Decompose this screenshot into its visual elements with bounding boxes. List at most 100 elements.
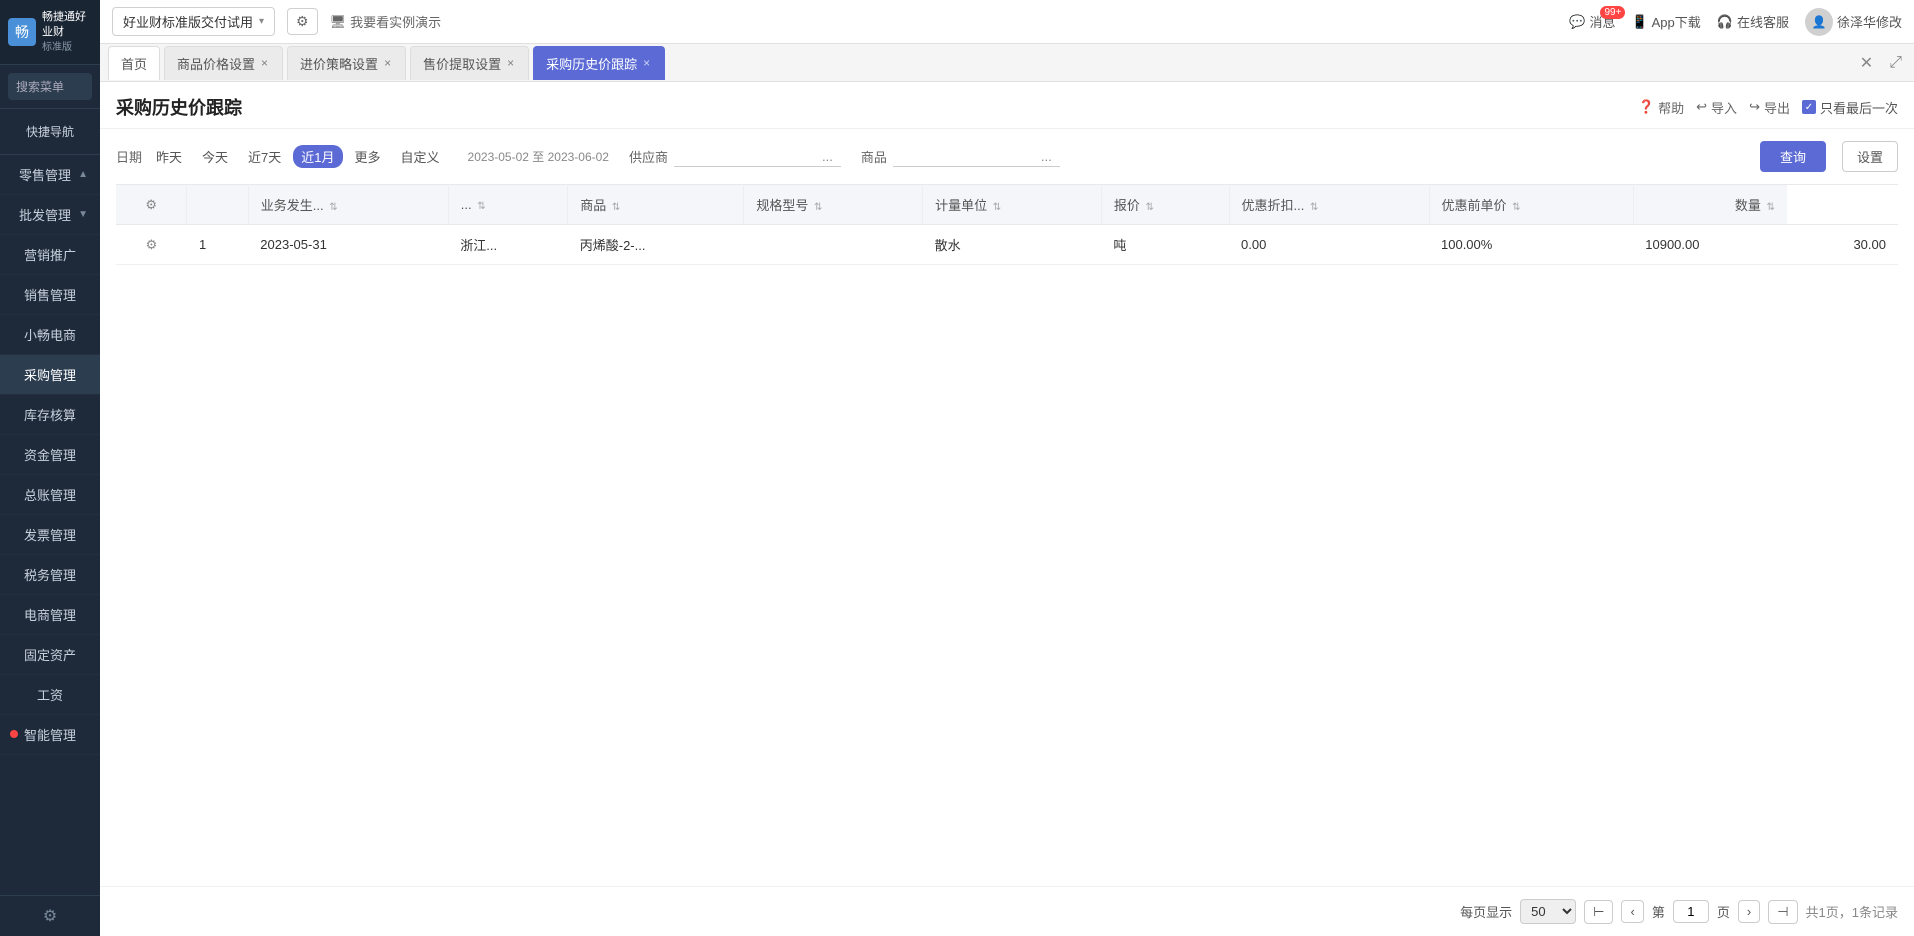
help-icon: ❓ [1638, 99, 1654, 115]
tab-purchase-history[interactable]: 采购历史价跟踪 × [533, 46, 665, 80]
user-menu-button[interactable]: 👤 徐泽华修改 [1805, 8, 1902, 36]
sidebar-item-sales[interactable]: 销售管理 [0, 275, 100, 315]
date-btn-custom[interactable]: 自定义 [393, 145, 448, 168]
sidebar-item-smart[interactable]: 智能管理 [0, 715, 100, 755]
sidebar-item-retail[interactable]: 零售管理 ▲ [0, 155, 100, 195]
date-btn-more[interactable]: 更多 [347, 145, 389, 168]
row-quoted-price: 0.00 [1229, 225, 1429, 265]
header-actions: ❓ 帮助 ↩ 导入 ↪ 导出 ✓ 只看最后一次 [1638, 98, 1898, 117]
sidebar-item-fixed-assets[interactable]: 固定资产 [0, 635, 100, 675]
tab-close-icon[interactable]: × [505, 56, 516, 70]
data-table: ⚙ 业务发生... ⇅ ... ⇅ 商品 ⇅ [116, 184, 1898, 265]
date-filter-label: 日期 [116, 147, 142, 166]
message-icon: 💬 [1569, 14, 1585, 30]
import-button[interactable]: ↩ 导入 [1696, 98, 1737, 117]
table-header-price[interactable]: 报价 ⇅ [1101, 185, 1229, 225]
date-btn-yesterday[interactable]: 昨天 [148, 145, 190, 168]
demo-link[interactable]: 🖥 我要看实例演示 [330, 12, 442, 31]
notification-dot [10, 730, 18, 738]
supplier-input[interactable] [678, 149, 818, 164]
export-button[interactable]: ↪ 导出 [1749, 98, 1790, 117]
sort-icon: ⇅ [1512, 202, 1520, 213]
table-header-discount[interactable]: 优惠折扣... ⇅ [1229, 185, 1429, 225]
help-button[interactable]: ❓ 帮助 [1638, 98, 1684, 117]
last-page-button[interactable]: ⊣ [1768, 900, 1797, 924]
sidebar-settings-button[interactable]: ⚙ [43, 906, 57, 926]
topbar-settings-button[interactable]: ⚙ [287, 8, 318, 35]
first-page-button[interactable]: ⊢ [1584, 900, 1613, 924]
row-goods: 丙烯酸-2-... [568, 225, 744, 265]
sidebar-search-area[interactable]: 搜索菜单 [0, 65, 100, 109]
search-menu-button[interactable]: 搜索菜单 [8, 73, 92, 100]
table-header-quantity[interactable]: 数量 ⇅ [1633, 185, 1787, 225]
tab-close-icon[interactable]: × [641, 56, 652, 70]
per-page-label: 每页显示 [1460, 902, 1512, 921]
quick-nav-button[interactable]: 快捷导航 [8, 117, 92, 146]
sidebar-item-marketing[interactable]: 营销推广 [0, 235, 100, 275]
tab-close-icon[interactable]: × [382, 56, 393, 70]
row-gear[interactable]: ⚙ [116, 225, 187, 265]
tab-purchase-strategy[interactable]: 进价策略设置 × [287, 46, 406, 80]
sidebar-item-wholesale[interactable]: 批发管理 ▼ [0, 195, 100, 235]
sidebar-item-inventory[interactable]: 库存核算 [0, 395, 100, 435]
sort-icon: ⇅ [612, 202, 620, 213]
goods-input[interactable] [897, 149, 1037, 164]
table-header-dots[interactable]: ... ⇅ [448, 185, 567, 225]
date-btn-7days[interactable]: 近7天 [240, 145, 289, 168]
goods-dots-button[interactable]: ... [1037, 149, 1056, 164]
tab-home[interactable]: 首页 [108, 46, 160, 80]
table-header-goods[interactable]: 商品 ⇅ [568, 185, 744, 225]
sort-icon: ⇅ [477, 201, 485, 212]
tab-sale-price-label: 售价提取设置 [423, 54, 501, 73]
table-header-pre-discount-price[interactable]: 优惠前单价 ⇅ [1429, 185, 1633, 225]
table-header-index [187, 185, 248, 225]
sidebar-item-general-ledger[interactable]: 总账管理 [0, 475, 100, 515]
sidebar-item-invoice[interactable]: 发票管理 [0, 515, 100, 555]
sidebar-item-finance[interactable]: 资金管理 [0, 435, 100, 475]
maximize-button[interactable]: ⤢ [1885, 52, 1906, 74]
page-number-input[interactable] [1673, 900, 1709, 923]
demo-label: 我要看实例演示 [350, 12, 441, 31]
sidebar-bottom: ⚙ [0, 895, 100, 936]
table-header-date[interactable]: 业务发生... ⇅ [248, 185, 448, 225]
pagination: 每页显示 50 10 20 100 ⊢ ‹ 第 页 › ⊣ 共1页，1条记录 [100, 886, 1914, 936]
close-button[interactable]: ✕ [1856, 51, 1877, 75]
query-button[interactable]: 查询 [1760, 141, 1826, 172]
sidebar-item-tax[interactable]: 税务管理 [0, 555, 100, 595]
monitor-icon: 🖥 [330, 14, 347, 30]
sort-icon: ⇅ [993, 202, 1001, 213]
tab-goods-price[interactable]: 商品价格设置 × [164, 46, 283, 80]
sidebar-item-ecommerce[interactable]: 电商管理 [0, 595, 100, 635]
sidebar-item-ecommerce-small[interactable]: 小畅电商 [0, 315, 100, 355]
app-download-button[interactable]: 📱 App下载 [1631, 12, 1700, 31]
sidebar-item-purchase[interactable]: 采购管理 [0, 355, 100, 395]
import-icon: ↩ [1696, 99, 1707, 115]
date-btn-1month[interactable]: 近1月 [293, 145, 342, 168]
version-selector[interactable]: 好业财标准版交付试用 ▾ [112, 7, 275, 36]
supplier-filter-group: 供应商 ... [629, 147, 841, 167]
row-spec [744, 225, 923, 265]
page-label-prefix: 第 [1652, 902, 1665, 921]
row-index: 1 [187, 225, 248, 265]
per-page-select[interactable]: 50 10 20 100 [1520, 899, 1576, 924]
table-header-spec[interactable]: 规格型号 ⇅ [744, 185, 923, 225]
message-button[interactable]: 💬 消息 99+ [1569, 12, 1615, 31]
table-header-unit[interactable]: 计量单位 ⇅ [923, 185, 1102, 225]
tab-close-icon[interactable]: × [259, 56, 270, 70]
next-page-button[interactable]: › [1738, 900, 1760, 923]
sidebar-item-payroll[interactable]: 工资 [0, 675, 100, 715]
table-header-gear[interactable]: ⚙ [116, 185, 187, 225]
filter-settings-button[interactable]: 设置 [1842, 141, 1898, 172]
tab-sale-price[interactable]: 售价提取设置 × [410, 46, 529, 80]
message-badge: 99+ [1600, 6, 1625, 19]
logo-subtitle: 标准版 [42, 41, 92, 54]
prev-page-button[interactable]: ‹ [1621, 900, 1643, 923]
supplier-dots-button[interactable]: ... [818, 149, 837, 164]
table-area: ⚙ 业务发生... ⇅ ... ⇅ 商品 ⇅ [100, 184, 1914, 886]
sidebar-quicknav-area[interactable]: 快捷导航 [0, 109, 100, 155]
date-btn-today[interactable]: 今天 [194, 145, 236, 168]
page-header: 采购历史价跟踪 ❓ 帮助 ↩ 导入 ↪ 导出 ✓ 只看最后一次 [100, 82, 1914, 129]
only-last-checkbox[interactable]: ✓ 只看最后一次 [1802, 98, 1898, 117]
online-service-button[interactable]: 🎧 在线客服 [1717, 12, 1789, 31]
avatar: 👤 [1805, 8, 1833, 36]
